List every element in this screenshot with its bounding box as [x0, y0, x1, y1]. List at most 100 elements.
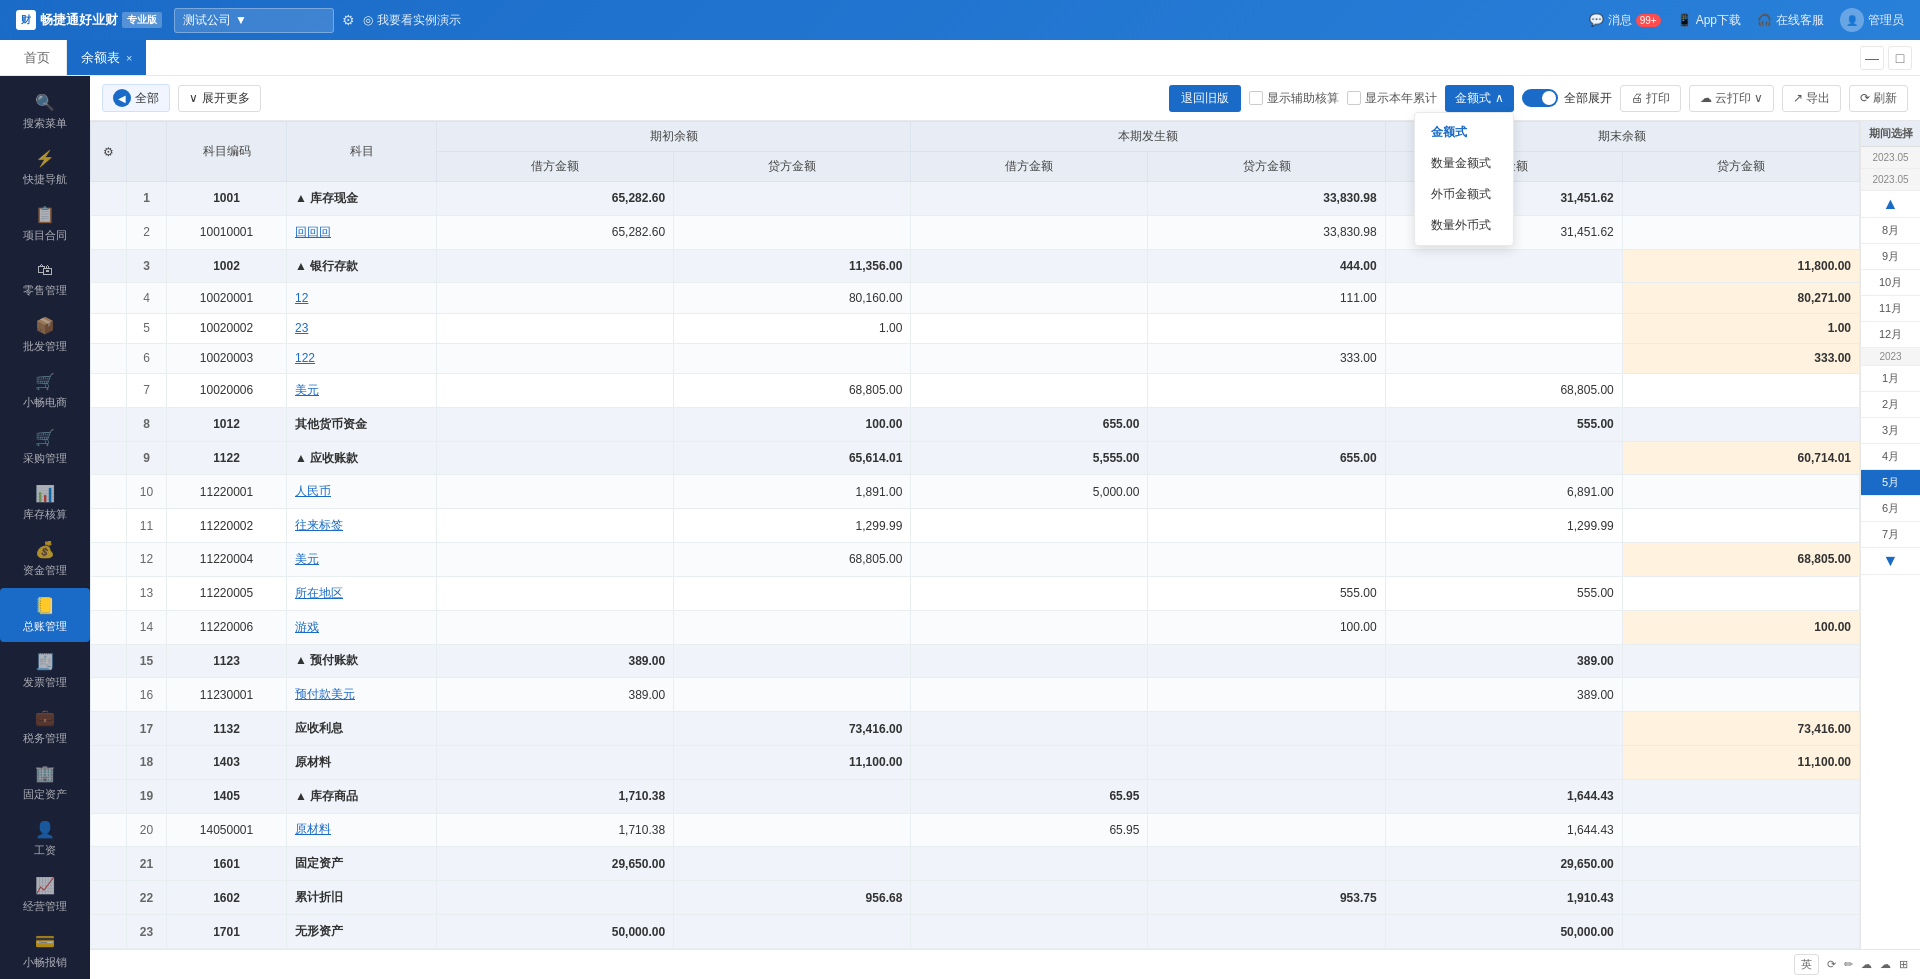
bottom-cloud2-icon[interactable]: ☁ — [1880, 958, 1891, 971]
mode-menu-item-amount[interactable]: 金额式 — [1415, 117, 1513, 148]
sidebar-item-project[interactable]: 📋 项目合同 — [0, 197, 90, 251]
expand-icon[interactable]: ▲ — [295, 259, 310, 273]
cell-name[interactable]: 美元 — [287, 543, 437, 577]
cell-name[interactable]: 预付款美元 — [287, 678, 437, 712]
sidebar-item-ecommerce[interactable]: 🛒 小畅电商 — [0, 364, 90, 418]
demo-link[interactable]: ◎ 我要看实例演示 — [363, 12, 461, 29]
sidebar-item-capital[interactable]: 💰 资金管理 — [0, 532, 90, 586]
account-name-link[interactable]: 12 — [295, 291, 308, 305]
account-name-link[interactable]: 122 — [295, 351, 315, 365]
account-name-link[interactable]: 美元 — [295, 552, 319, 566]
cell-name[interactable]: 所在地区 — [287, 576, 437, 610]
period-5[interactable]: 5月 — [1861, 470, 1920, 496]
period-8[interactable]: 8月 — [1861, 218, 1920, 244]
cell-name[interactable]: 回回回 — [287, 215, 437, 249]
account-name-link[interactable]: 回回回 — [295, 225, 331, 239]
period-9[interactable]: 9月 — [1861, 244, 1920, 270]
tab-home[interactable]: 首页 — [8, 40, 67, 75]
app-logo-icon: 财 — [16, 10, 36, 30]
sidebar-item-tax[interactable]: 💼 税务管理 — [0, 700, 90, 754]
table-row: 91122▲ 应收账款65,614.015,555.00655.0060,714… — [91, 441, 1860, 475]
online-service-btn[interactable]: 🎧 在线客服 — [1757, 12, 1824, 29]
tab-maximize-btn[interactable]: □ — [1888, 46, 1912, 70]
all-filter-btn[interactable]: ◀ 全部 — [102, 84, 170, 112]
show-ytd-checkbox[interactable] — [1347, 91, 1361, 105]
account-name-link[interactable]: 所在地区 — [295, 586, 343, 600]
cloud-print-btn[interactable]: ☁ 云打印 ∨ — [1689, 85, 1774, 112]
export-btn[interactable]: ↗ 导出 — [1782, 85, 1841, 112]
cell-name[interactable]: 12 — [287, 283, 437, 313]
company-select[interactable]: 测试公司 ▼ — [174, 8, 334, 33]
account-name-link[interactable]: 预付款美元 — [295, 687, 355, 701]
gear-icon[interactable]: ⚙ — [342, 12, 355, 28]
app-download-btn[interactable]: 📱 App下载 — [1677, 12, 1741, 29]
sidebar-item-invoice[interactable]: 🧾 发票管理 — [0, 644, 90, 698]
closing-credit-header: 贷方金额 — [1622, 152, 1859, 182]
expand-icon[interactable]: ▲ — [295, 789, 310, 803]
cell-name[interactable]: 原材料 — [287, 813, 437, 847]
sidebar-item-quicknav[interactable]: ⚡ 快捷导航 — [0, 141, 90, 195]
tab-balance[interactable]: 余额表 × — [67, 40, 146, 75]
bottom-cloud-icon[interactable]: ☁ — [1861, 958, 1872, 971]
mode-dropdown-btn[interactable]: 金额式 ∧ — [1445, 85, 1514, 112]
cell-name[interactable]: 122 — [287, 343, 437, 373]
sidebar-item-operations[interactable]: 📈 经营管理 — [0, 868, 90, 922]
bottom-edit-icon[interactable]: ✏ — [1844, 958, 1853, 971]
period-7[interactable]: 7月 — [1861, 522, 1920, 548]
mode-menu-item-qty-amount[interactable]: 数量金额式 — [1415, 148, 1513, 179]
period-10[interactable]: 10月 — [1861, 270, 1920, 296]
lang-btn[interactable]: 英 — [1794, 954, 1819, 975]
period-down-btn[interactable]: ▼ — [1861, 548, 1920, 575]
expand-more-btn[interactable]: ∨ 展开更多 — [178, 85, 261, 112]
bottom-grid-icon[interactable]: ⊞ — [1899, 958, 1908, 971]
sidebar-item-retail[interactable]: 🛍 零售管理 — [0, 253, 90, 306]
period-1[interactable]: 1月 — [1861, 366, 1920, 392]
cell-name[interactable]: 游戏 — [287, 610, 437, 644]
sidebar-item-purchase[interactable]: 🛒 采购管理 — [0, 420, 90, 474]
expand-all-switch[interactable] — [1522, 89, 1558, 107]
user-menu[interactable]: 👤 管理员 — [1840, 8, 1904, 32]
account-name-link[interactable]: 23 — [295, 321, 308, 335]
tab-close-icon[interactable]: × — [126, 52, 132, 64]
cell-amount: 65.95 — [911, 813, 1148, 847]
mode-menu-item-foreign-amount[interactable]: 外币金额式 — [1415, 179, 1513, 210]
back-period-btn[interactable]: 退回旧版 — [1169, 85, 1241, 112]
tab-minimize-btn[interactable]: — — [1860, 46, 1884, 70]
show-ytd-check[interactable]: 显示本年累计 — [1347, 90, 1437, 107]
account-name-link[interactable]: 人民币 — [295, 484, 331, 498]
sidebar-item-salary[interactable]: 👤 工资 — [0, 812, 90, 866]
show-subsidiary-check[interactable]: 显示辅助核算 — [1249, 90, 1339, 107]
refresh-btn[interactable]: ⟳ 刷新 — [1849, 85, 1908, 112]
expand-all-toggle[interactable]: 全部展开 — [1522, 89, 1612, 107]
period-6[interactable]: 6月 — [1861, 496, 1920, 522]
print-btn[interactable]: 🖨 打印 — [1620, 85, 1681, 112]
account-name-link[interactable]: 游戏 — [295, 620, 319, 634]
settings-col-header[interactable]: ⚙ — [91, 122, 127, 182]
period-11[interactable]: 11月 — [1861, 296, 1920, 322]
sidebar-item-fixedasset[interactable]: 🏢 固定资产 — [0, 756, 90, 810]
cell-name[interactable]: 人民币 — [287, 475, 437, 509]
message-btn[interactable]: 💬 消息 99+ — [1589, 12, 1661, 29]
bottom-refresh-icon[interactable]: ⟳ — [1827, 958, 1836, 971]
cell-name[interactable]: 美元 — [287, 374, 437, 408]
account-name-link[interactable]: 美元 — [295, 383, 319, 397]
sidebar-item-inventory[interactable]: 📊 库存核算 — [0, 476, 90, 530]
period-up-btn[interactable]: ▲ — [1861, 191, 1920, 218]
period-12[interactable]: 12月 — [1861, 322, 1920, 348]
sidebar-item-expense[interactable]: 💳 小畅报销 — [0, 924, 90, 978]
period-2[interactable]: 2月 — [1861, 392, 1920, 418]
account-name-link[interactable]: 往来标签 — [295, 518, 343, 532]
cell-name[interactable]: 往来标签 — [287, 509, 437, 543]
expand-icon[interactable]: ▲ — [295, 191, 310, 205]
sidebar-item-ledger[interactable]: 📒 总账管理 — [0, 588, 90, 642]
period-3[interactable]: 3月 — [1861, 418, 1920, 444]
account-name-link[interactable]: 原材料 — [295, 822, 331, 836]
sidebar-item-search[interactable]: 🔍 搜索菜单 — [0, 85, 90, 139]
cell-name[interactable]: 23 — [287, 313, 437, 343]
sidebar-item-wholesale[interactable]: 📦 批发管理 — [0, 308, 90, 362]
period-4[interactable]: 4月 — [1861, 444, 1920, 470]
show-subsidiary-checkbox[interactable] — [1249, 91, 1263, 105]
expand-icon[interactable]: ▲ — [295, 451, 310, 465]
mode-menu-item-qty-foreign[interactable]: 数量外币式 — [1415, 210, 1513, 241]
expand-icon[interactable]: ▲ — [295, 653, 310, 667]
